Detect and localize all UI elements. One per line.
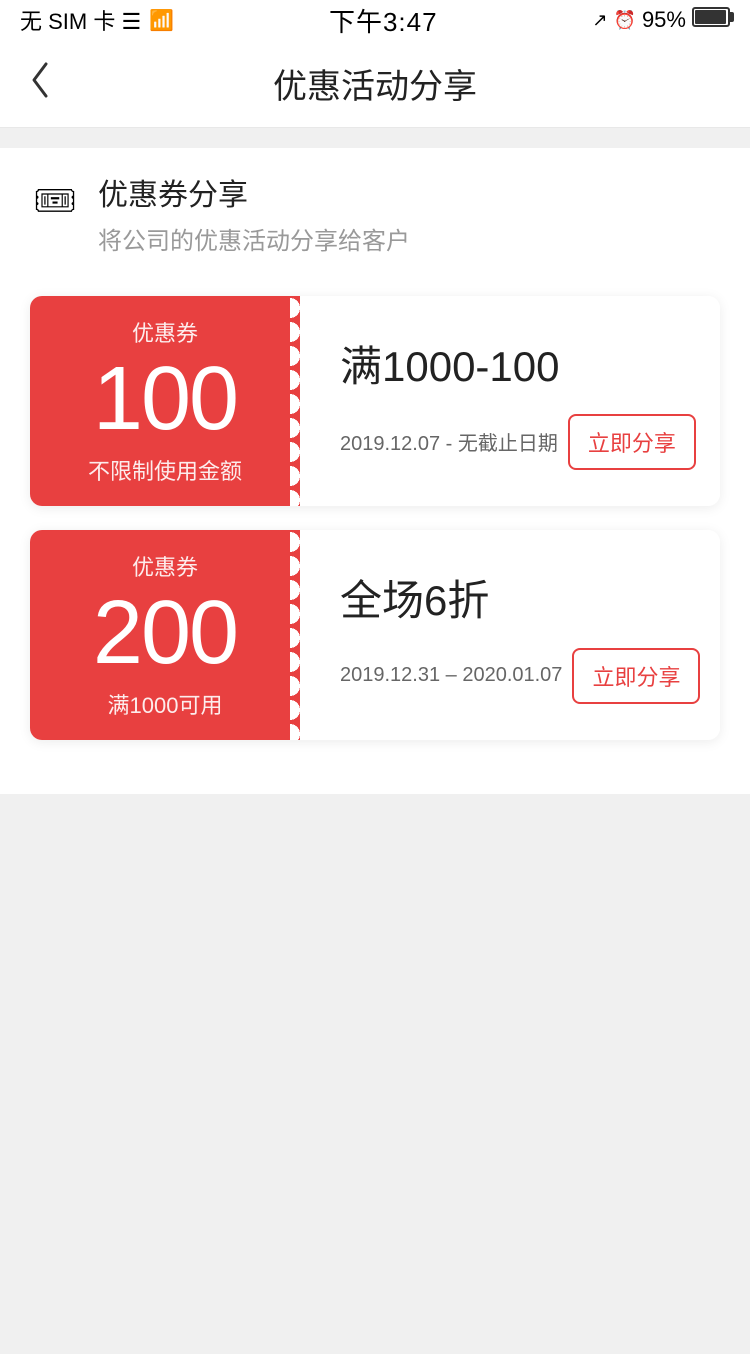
coupon-date-1: 2019.12.07 - 无截止日期 xyxy=(340,427,558,456)
top-divider xyxy=(0,128,750,148)
coupon-share-icon: 🎟 xyxy=(30,176,80,226)
battery-icon xyxy=(692,7,730,33)
coupon-condition-2: 满1000可用 xyxy=(98,688,233,720)
coupon-label-2: 优惠券 xyxy=(132,550,198,582)
coupon-date-row-1: 2019.12.07 - 无截止日期 立即分享 xyxy=(340,414,696,470)
empty-area xyxy=(0,794,750,1354)
section-title: 优惠券分享 xyxy=(98,176,410,215)
coupon-name-1: 满1000-100 xyxy=(340,333,696,394)
status-right: ↗ ⏰ 95% xyxy=(592,7,730,33)
share-button-1[interactable]: 立即分享 xyxy=(568,414,696,470)
coupon-name-2: 全场6折 xyxy=(340,567,700,628)
status-time: 下午3:47 xyxy=(329,2,438,39)
coupon-date-2: 2019.12.31 – 2020.01.07 xyxy=(340,664,562,687)
coupon-left-1: 优惠券 100 不限制使用金额 xyxy=(30,296,300,506)
coupon-condition-1: 不限制使用金额 xyxy=(78,454,252,486)
wifi-icon: 📶 xyxy=(149,8,174,33)
coupon-value-1: 100 xyxy=(93,354,237,444)
coupon-card-1: 优惠券 100 不限制使用金额 满1000-100 2019.12.07 - 无… xyxy=(30,296,720,506)
section-text: 优惠券分享 将公司的优惠活动分享给客户 xyxy=(98,176,410,256)
status-bar: 无 SIM 卡 ☰ 📶 下午3:47 ↗ ⏰ 95% xyxy=(0,0,750,40)
location-icon: ↗ xyxy=(592,10,607,31)
section-header: 🎟 优惠券分享 将公司的优惠活动分享给客户 xyxy=(0,148,750,276)
coupon-right-1: 满1000-100 2019.12.07 - 无截止日期 立即分享 xyxy=(300,296,720,506)
coupon-right-2: 全场6折 2019.12.31 – 2020.01.07 立即分享 xyxy=(300,530,720,740)
coupon-label-1: 优惠券 xyxy=(132,316,198,348)
coupon-date-row-2: 2019.12.31 – 2020.01.07 立即分享 xyxy=(340,648,700,704)
nav-bar: 优惠活动分享 xyxy=(0,40,750,128)
back-button[interactable] xyxy=(28,60,52,108)
battery-percent: 95% xyxy=(642,7,686,33)
section-subtitle: 将公司的优惠活动分享给客户 xyxy=(98,221,410,256)
coupon-left-2: 优惠券 200 满1000可用 xyxy=(30,530,300,740)
alarm-icon: ⏰ xyxy=(614,10,636,31)
coupon-card-2: 优惠券 200 满1000可用 全场6折 2019.12.31 – 2020.0… xyxy=(30,530,720,740)
share-button-2[interactable]: 立即分享 xyxy=(572,648,700,704)
no-sim-text: 无 SIM 卡 ☰ xyxy=(20,4,141,36)
status-left: 无 SIM 卡 ☰ 📶 xyxy=(20,4,174,36)
coupon-list: 优惠券 100 不限制使用金额 满1000-100 2019.12.07 - 无… xyxy=(0,276,750,794)
page-title: 优惠活动分享 xyxy=(273,59,477,108)
coupon-value-2: 200 xyxy=(93,588,237,678)
